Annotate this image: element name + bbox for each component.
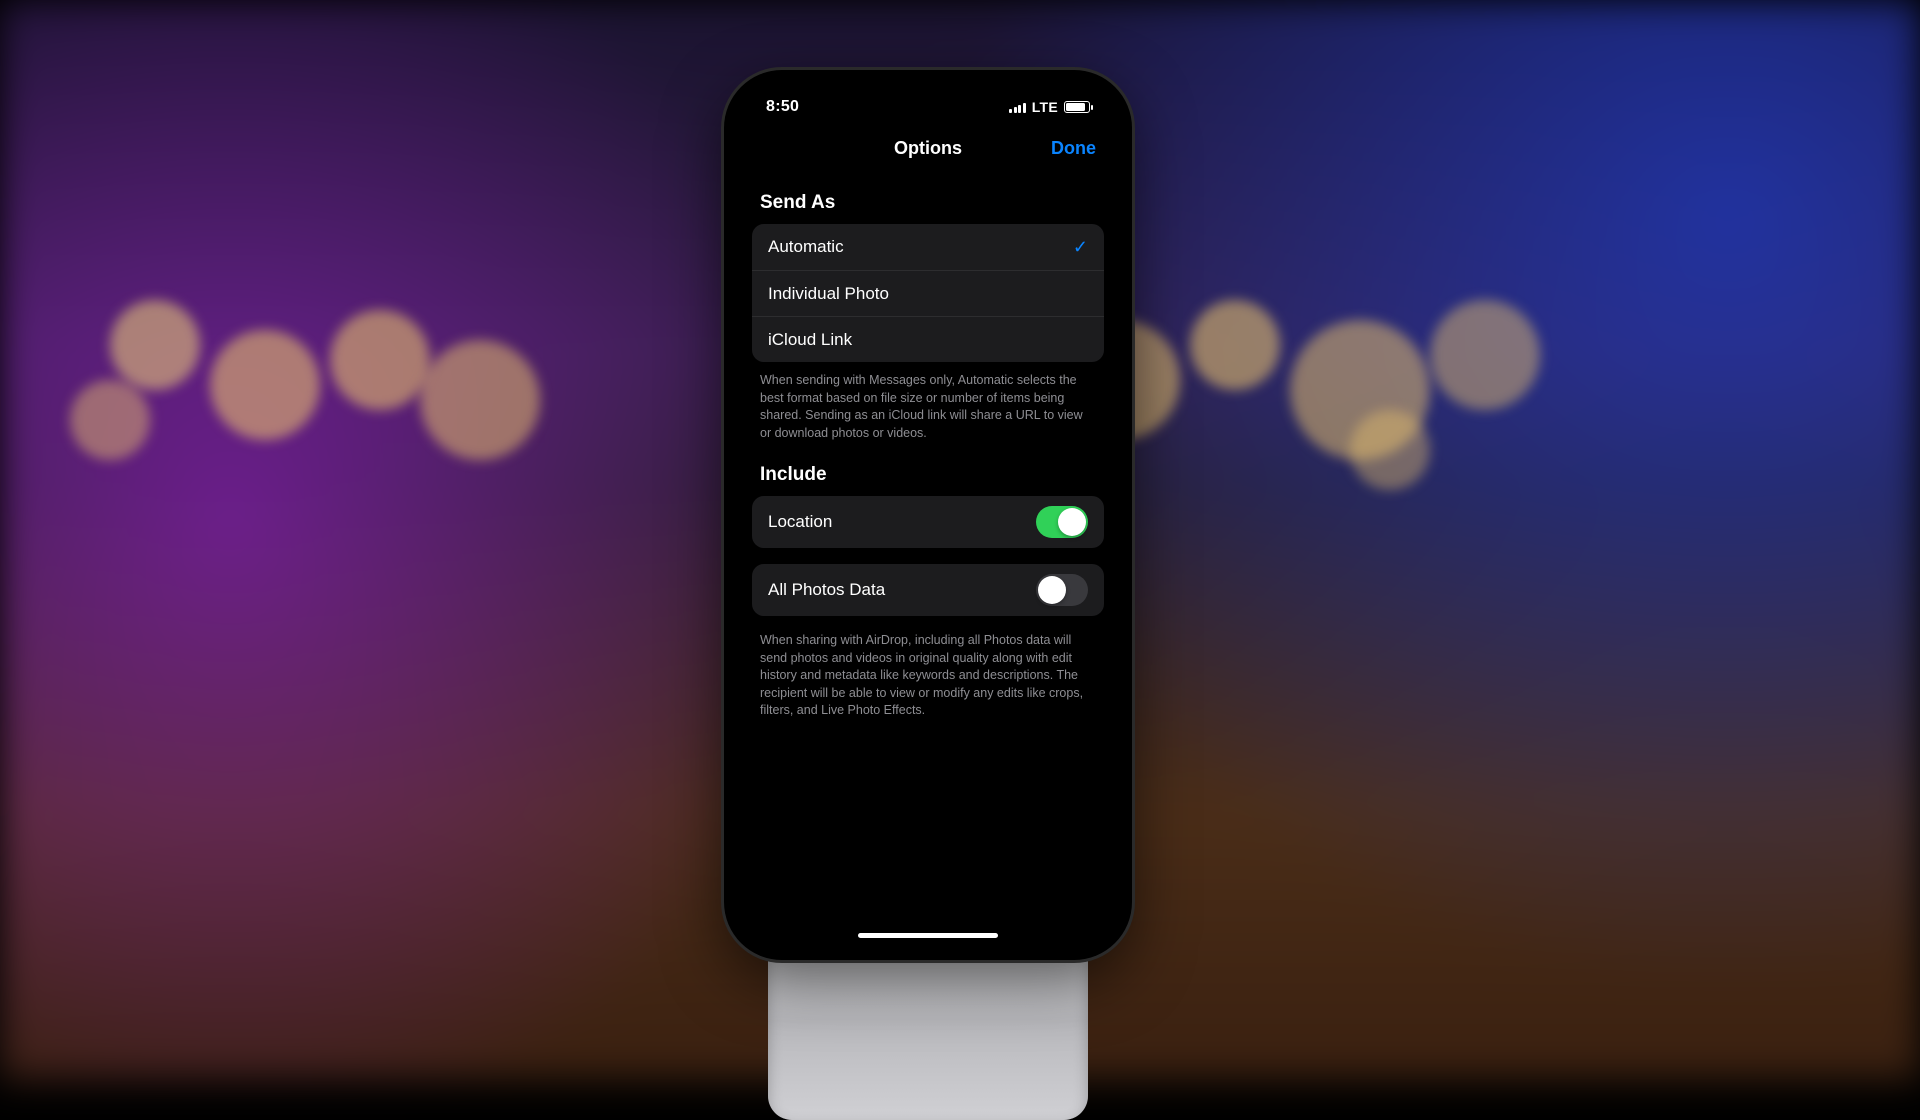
cellular-signal-icon (1009, 102, 1026, 113)
send-as-option-icloud-link[interactable]: iCloud Link (752, 316, 1104, 362)
bokeh-light (1430, 300, 1540, 410)
send-as-option-automatic[interactable]: Automatic ✓ (752, 224, 1104, 270)
home-indicator[interactable] (858, 933, 998, 938)
page-title: Options (894, 138, 962, 159)
bokeh-light (420, 340, 540, 460)
send-as-header: Send As (760, 192, 1096, 214)
phone-screen: 8:50 LTE Options Done Send As Automatic … (740, 84, 1116, 946)
bokeh-light (110, 300, 200, 390)
status-time: 8:50 (766, 98, 799, 116)
include-row-all-photos-data[interactable]: All Photos Data (752, 564, 1104, 616)
done-button[interactable]: Done (1051, 138, 1096, 159)
bokeh-light (1190, 300, 1280, 390)
nav-bar: Options Done (740, 126, 1116, 170)
location-toggle[interactable] (1036, 506, 1088, 538)
bokeh-light (70, 380, 150, 460)
include-footer: When sharing with AirDrop, including all… (760, 632, 1096, 720)
send-as-option-individual-photo[interactable]: Individual Photo (752, 270, 1104, 316)
status-carrier: LTE (1032, 99, 1058, 115)
row-label: Individual Photo (768, 284, 889, 304)
bokeh-light (1350, 410, 1430, 490)
row-label: iCloud Link (768, 330, 852, 350)
send-as-footer: When sending with Messages only, Automat… (760, 372, 1096, 442)
row-label: All Photos Data (768, 580, 885, 600)
row-label: Location (768, 512, 832, 532)
checkmark-icon: ✓ (1073, 237, 1088, 258)
status-bar: 8:50 LTE (740, 84, 1116, 120)
battery-icon (1064, 101, 1090, 113)
bokeh-light (210, 330, 320, 440)
iphone-device: 8:50 LTE Options Done Send As Automatic … (724, 70, 1132, 960)
include-row-location[interactable]: Location (752, 496, 1104, 548)
send-as-group: Automatic ✓ Individual Photo iCloud Link (752, 224, 1104, 362)
include-header: Include (760, 464, 1096, 486)
bokeh-light (330, 310, 430, 410)
all-photos-data-toggle[interactable] (1036, 574, 1088, 606)
row-label: Automatic (768, 237, 844, 257)
